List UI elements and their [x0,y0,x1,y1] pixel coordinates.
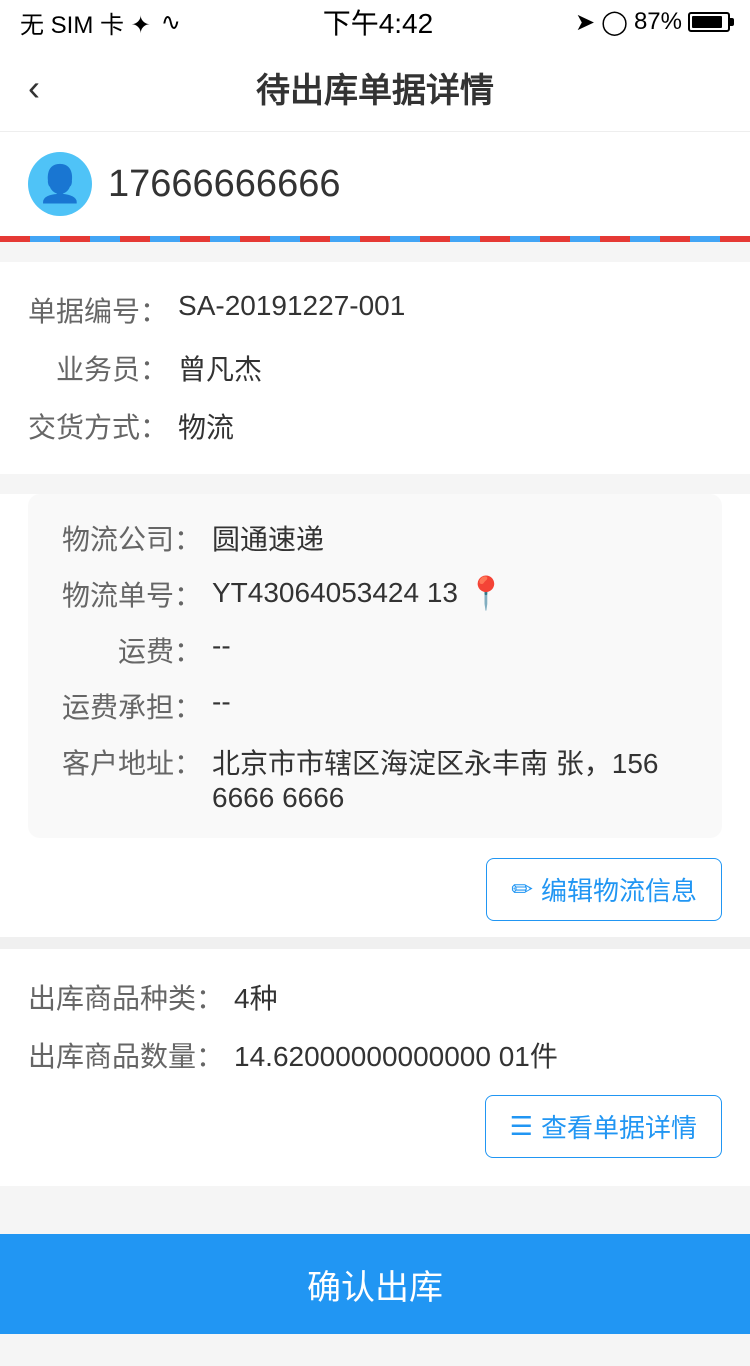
logistics-company-label: 物流公司： [52,518,202,558]
goods-types-value: 4种 [224,977,722,1017]
freight-row: 运费： -- [52,630,698,670]
order-no-value: SA-20191227-001 [168,290,722,322]
goods-types-label: 出库商品种类： [28,977,224,1017]
freight-value: -- [202,630,698,662]
user-phone: 17666666666 [108,163,340,206]
status-time: 下午4:42 [323,2,434,42]
basic-info-section: 单据编号： SA-20191227-001 业务员： 曾凡杰 交货方式： 物流 [0,262,750,474]
salesman-row: 业务员： 曾凡杰 [28,348,722,388]
page-title: 待出库单据详情 [256,63,494,112]
freight-label: 运费： [52,630,202,670]
sim-label: 无 SIM 卡 ✦ [20,5,151,40]
confirm-bar[interactable]: 确认出库 [0,1234,750,1334]
goods-types-row: 出库商品种类： 4种 [28,977,722,1017]
avatar: 👤 [28,152,92,216]
battery-icon [688,12,730,32]
customer-address-value: 北京市市辖区海淀区永丰南 张，156 6666 6666 [202,742,698,814]
order-no-label: 单据编号： [28,290,168,330]
delivery-value: 物流 [168,406,722,446]
location-status-icon: ➤ [575,8,595,37]
logistics-orderno-value: YT43064053424 13 📍 [202,574,698,612]
salesman-label: 业务员： [28,348,168,388]
view-detail-button[interactable]: ☰ 查看单据详情 [485,1095,722,1158]
logistics-orderno-label: 物流单号： [52,574,202,614]
edit-logistics-btn-wrap: ✏ 编辑物流信息 [0,838,750,937]
confirm-button-label: 确认出库 [307,1260,443,1309]
goods-quantity-label: 出库商品数量： [28,1035,224,1075]
goods-quantity-row: 出库商品数量： 14.62000000000000 01件 [28,1035,722,1075]
logistics-company-row: 物流公司： 圆通速递 [52,518,698,558]
status-bar: 无 SIM 卡 ✦ ∿ 下午4:42 ➤ ◯ 87% [0,0,750,44]
freight-bear-label: 运费承担： [52,686,202,726]
view-detail-label: 查看单据详情 [541,1108,697,1145]
freight-bear-value: -- [202,686,698,718]
order-no-row: 单据编号： SA-20191227-001 [28,290,722,330]
logistics-card: 物流公司： 圆通速递 物流单号： YT43064053424 13 📍 运费： … [28,494,722,838]
list-icon: ☰ [510,1111,533,1142]
delivery-label: 交货方式： [28,406,168,446]
battery-percent: 87% [634,8,682,36]
logistics-orderno-row: 物流单号： YT43064053424 13 📍 [52,574,698,614]
customer-address-label: 客户地址： [52,742,202,782]
edit-icon: ✏ [511,874,533,905]
status-left: 无 SIM 卡 ✦ ∿ [20,5,181,40]
user-header: 👤 17666666666 [0,132,750,236]
salesman-value: 曾凡杰 [168,348,722,388]
avatar-icon: 👤 [38,163,83,205]
freight-bear-row: 运费承担： -- [52,686,698,726]
dashed-divider [0,236,750,242]
map-pin-icon[interactable]: 📍 [466,574,506,612]
view-detail-btn-wrap: ☰ 查看单据详情 [0,1075,750,1186]
nav-bar: ‹ 待出库单据详情 [0,44,750,132]
goods-quantity-value: 14.62000000000000 01件 [224,1035,722,1075]
delivery-row: 交货方式： 物流 [28,406,722,446]
alarm-icon: ◯ [601,8,628,37]
goods-section: 出库商品种类： 4种 出库商品数量： 14.62000000000000 01件 [0,949,750,1075]
section-divider [0,937,750,949]
status-right: ➤ ◯ 87% [575,8,730,37]
edit-logistics-button[interactable]: ✏ 编辑物流信息 [486,858,722,921]
customer-address-row: 客户地址： 北京市市辖区海淀区永丰南 张，156 6666 6666 [52,742,698,814]
logistics-company-value: 圆通速递 [202,518,698,558]
back-button[interactable]: ‹ [28,67,40,109]
wifi-icon: ∿ [161,8,181,37]
edit-logistics-label: 编辑物流信息 [541,871,697,908]
